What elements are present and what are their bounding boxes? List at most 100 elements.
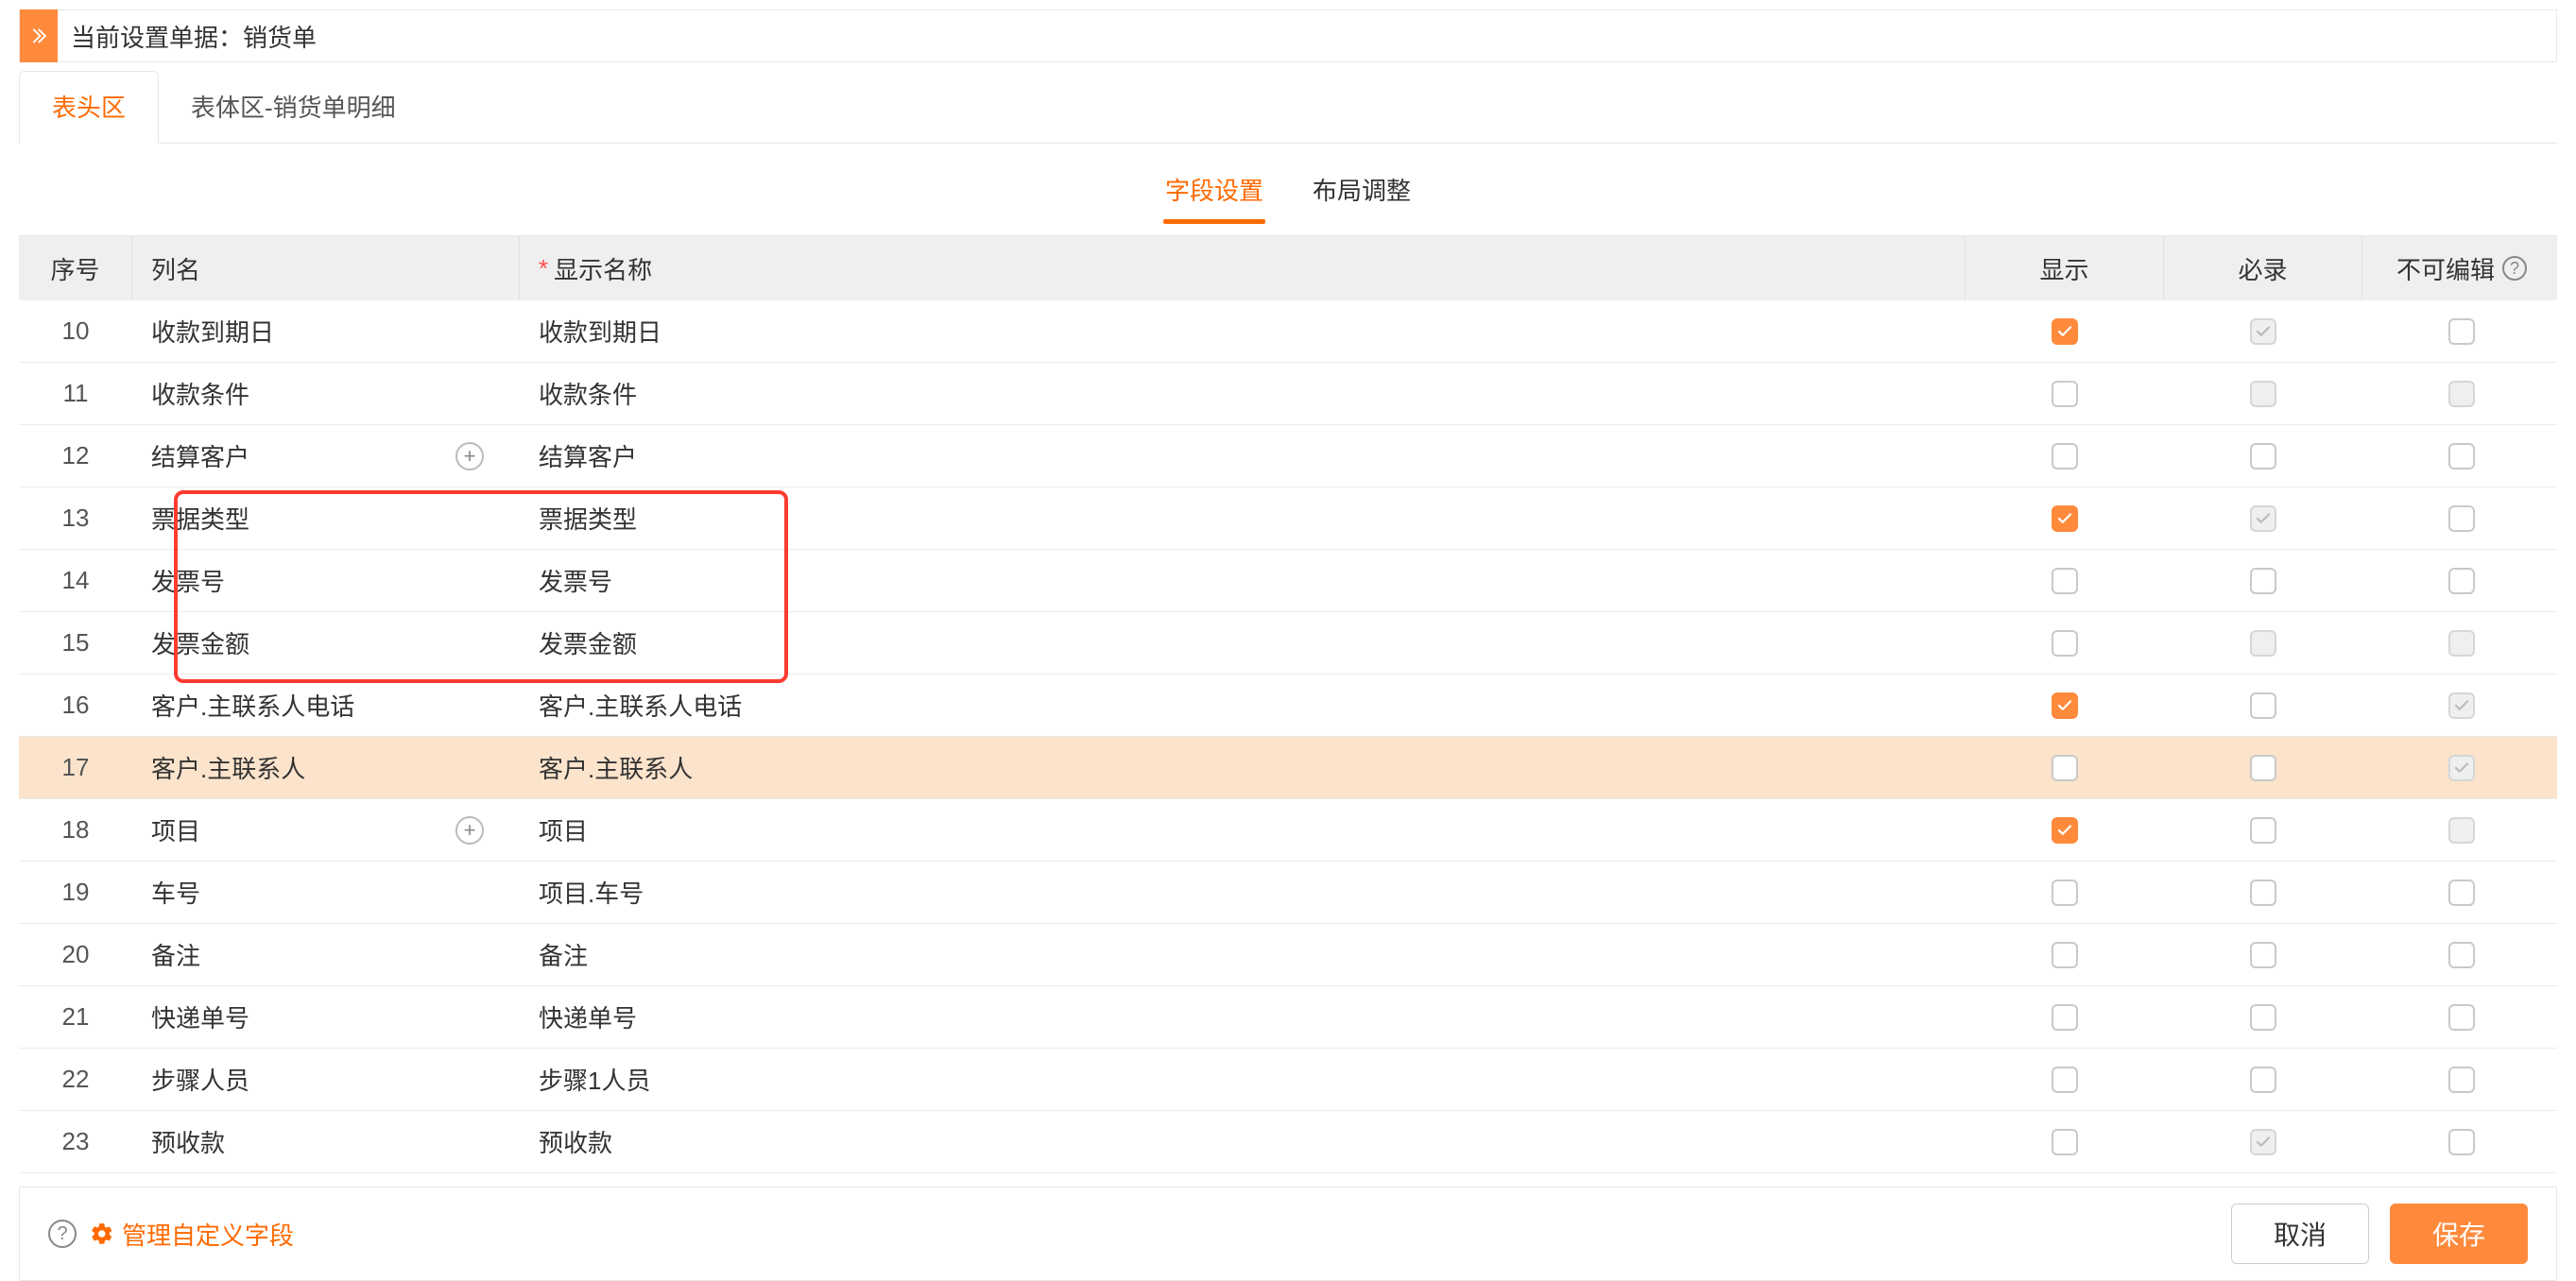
colname-wrap: 发票金额 [151,625,501,660]
checkbox-required[interactable] [2250,443,2276,470]
cell-colname: 结算客户+ [132,438,520,473]
checkbox-show[interactable] [2052,1067,2078,1093]
cell-show [1966,1067,2164,1093]
checkbox-show[interactable] [2052,381,2078,407]
cell-show [1966,817,2164,844]
checkbox-required[interactable] [2250,692,2276,719]
cell-show [1966,942,2164,968]
checkbox-readonly[interactable] [2448,1129,2475,1155]
cell-show [1966,755,2164,781]
cell-display-name[interactable]: 票据类型 [520,501,1966,536]
checkbox-show[interactable] [2052,318,2078,345]
checkbox-readonly[interactable] [2448,942,2475,968]
colname-label: 快递单号 [151,999,249,1034]
cell-required [2164,880,2362,906]
cell-required [2164,817,2362,844]
table-row: 18项目+项目 [19,799,2557,862]
checkbox-readonly[interactable] [2448,568,2475,594]
fields-table: 序号 列名 *显示名称 显示 必录 不可编辑? 10收款到期日收款到期日11收款… [19,235,2557,1173]
cell-readonly [2362,880,2561,906]
cell-index: 10 [19,316,132,346]
checkbox-required[interactable] [2250,1067,2276,1093]
colname-label: 客户.主联系人 [151,750,305,785]
cell-display-name[interactable]: 项目.车号 [520,875,1966,910]
checkbox-readonly[interactable] [2448,1004,2475,1031]
colname-wrap: 发票号 [151,563,501,598]
tab-body-area[interactable]: 表体区-销货单明细 [159,72,428,143]
cell-display-name[interactable]: 项目 [520,812,1966,847]
checkbox-show[interactable] [2052,568,2078,594]
checkbox-required[interactable] [2250,568,2276,594]
cell-readonly [2362,1067,2561,1093]
checkbox-show[interactable] [2052,443,2078,470]
subtab-field-settings[interactable]: 字段设置 [1163,164,1265,224]
cell-display-name[interactable]: 发票金额 [520,625,1966,660]
checkbox-show[interactable] [2052,630,2078,657]
manage-custom-fields-link[interactable]: 管理自定义字段 [90,1217,294,1252]
cell-index: 16 [19,691,132,720]
checkbox-readonly[interactable] [2448,505,2475,532]
checkbox-show[interactable] [2052,1004,2078,1031]
cell-display-name[interactable]: 步骤1人员 [520,1062,1966,1097]
cell-display-name[interactable]: 收款条件 [520,376,1966,411]
cell-index: 23 [19,1127,132,1156]
checkbox-required[interactable] [2250,817,2276,844]
cell-index: 17 [19,753,132,782]
table-row: 22步骤人员步骤1人员 [19,1049,2557,1111]
cell-show [1966,1129,2164,1155]
checkbox-show[interactable] [2052,880,2078,906]
help-icon[interactable]: ? [2502,256,2527,281]
table-row: 20备注备注 [19,924,2557,986]
colname-wrap: 票据类型 [151,501,501,536]
checkbox-show[interactable] [2052,755,2078,781]
cell-display-name[interactable]: 备注 [520,937,1966,972]
table-row: 19车号项目.车号 [19,862,2557,924]
cell-required [2164,630,2362,657]
checkbox-show[interactable] [2052,1129,2078,1155]
checkbox-readonly[interactable] [2448,880,2475,906]
cell-show [1966,318,2164,345]
cell-readonly [2362,505,2561,532]
checkbox-required [2250,630,2276,657]
expand-toggle-button[interactable] [20,9,58,62]
add-subfield-button[interactable]: + [455,442,484,470]
cancel-button[interactable]: 取消 [2231,1204,2369,1264]
colname-wrap: 客户.主联系人 [151,750,501,785]
tab-header-area[interactable]: 表头区 [19,71,159,144]
checkbox-readonly[interactable] [2448,443,2475,470]
cell-readonly [2362,443,2561,470]
checkbox-readonly [2448,381,2475,407]
cell-display-name[interactable]: 结算客户 [520,438,1966,473]
cell-display-name[interactable]: 快递单号 [520,999,1966,1034]
question-icon[interactable]: ? [48,1220,77,1248]
cell-readonly [2362,1129,2561,1155]
checkbox-show[interactable] [2052,692,2078,719]
cell-readonly [2362,630,2561,657]
checkbox-show[interactable] [2052,505,2078,532]
add-subfield-button[interactable]: + [455,816,484,845]
cell-display-name[interactable]: 发票号 [520,563,1966,598]
colname-label: 收款条件 [151,376,249,411]
cell-index: 22 [19,1065,132,1094]
checkbox-required[interactable] [2250,755,2276,781]
checkbox-show[interactable] [2052,817,2078,844]
checkbox-required[interactable] [2250,880,2276,906]
cell-display-name[interactable]: 客户.主联系人 [520,750,1966,785]
cell-readonly [2362,692,2561,719]
subtab-layout-adjust[interactable]: 布局调整 [1311,164,1413,224]
cell-display-name[interactable]: 预收款 [520,1124,1966,1159]
cell-required [2164,568,2362,594]
table-row: 21快递单号快递单号 [19,986,2557,1049]
save-button[interactable]: 保存 [2390,1204,2528,1264]
cell-display-name[interactable]: 客户.主联系人电话 [520,688,1966,723]
checkbox-readonly[interactable] [2448,1067,2475,1093]
required-star-icon: * [539,254,548,283]
col-show: 显示 [1966,236,2164,300]
checkbox-required[interactable] [2250,942,2276,968]
colname-wrap: 客户.主联系人电话 [151,688,501,723]
cell-display-name[interactable]: 收款到期日 [520,314,1966,349]
checkbox-readonly[interactable] [2448,318,2475,345]
page-container: 当前设置单据：销货单 表头区 表体区-销货单明细 字段设置 布局调整 序号 列名… [0,0,2576,1173]
checkbox-required[interactable] [2250,1004,2276,1031]
checkbox-show[interactable] [2052,942,2078,968]
